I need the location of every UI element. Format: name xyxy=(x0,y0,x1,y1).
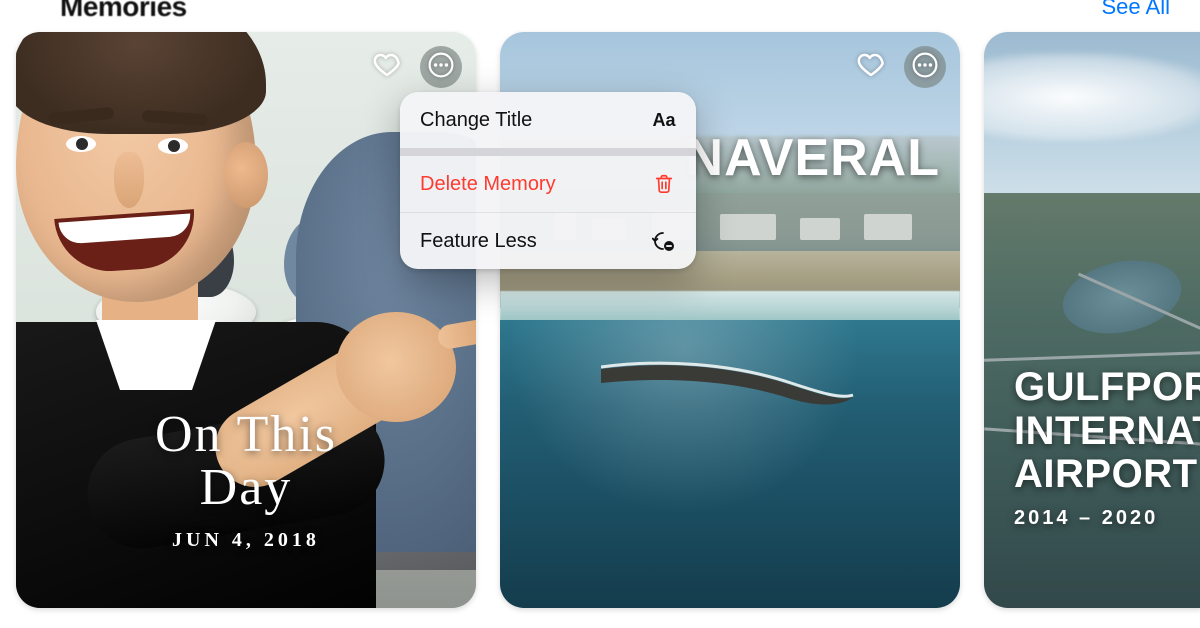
ellipsis-icon xyxy=(428,52,454,83)
menu-item-label: Change Title xyxy=(420,109,532,132)
feature-less-icon xyxy=(652,229,676,253)
heart-icon xyxy=(856,50,886,85)
favorite-button[interactable] xyxy=(850,46,892,88)
menu-item-label: Delete Memory xyxy=(420,173,556,196)
card-actions xyxy=(850,46,946,88)
memory-context-menu: Change Title Aa Delete Memory Feature Le… xyxy=(400,92,696,269)
more-options-button[interactable] xyxy=(904,46,946,88)
more-options-button[interactable] xyxy=(420,46,462,88)
trash-icon xyxy=(652,172,676,196)
menu-item-label: Feature Less xyxy=(420,230,537,253)
see-all-link[interactable]: See All xyxy=(1102,0,1171,20)
menu-item-change-title[interactable]: Change Title Aa xyxy=(400,92,696,148)
memories-header: Memories See All xyxy=(60,0,1170,22)
section-title: Memories xyxy=(60,0,187,23)
favorite-button[interactable] xyxy=(366,46,408,88)
text-format-icon: Aa xyxy=(652,108,676,132)
menu-item-feature-less[interactable]: Feature Less xyxy=(400,212,696,269)
ellipsis-icon xyxy=(912,52,938,83)
heart-icon xyxy=(372,50,402,85)
card-actions xyxy=(366,46,462,88)
memory-card-gulfport-airport[interactable]: GULFPORT INTERNAT AIRPORT 2014 – 2020 xyxy=(984,32,1200,608)
menu-item-delete-memory[interactable]: Delete Memory xyxy=(400,148,696,212)
